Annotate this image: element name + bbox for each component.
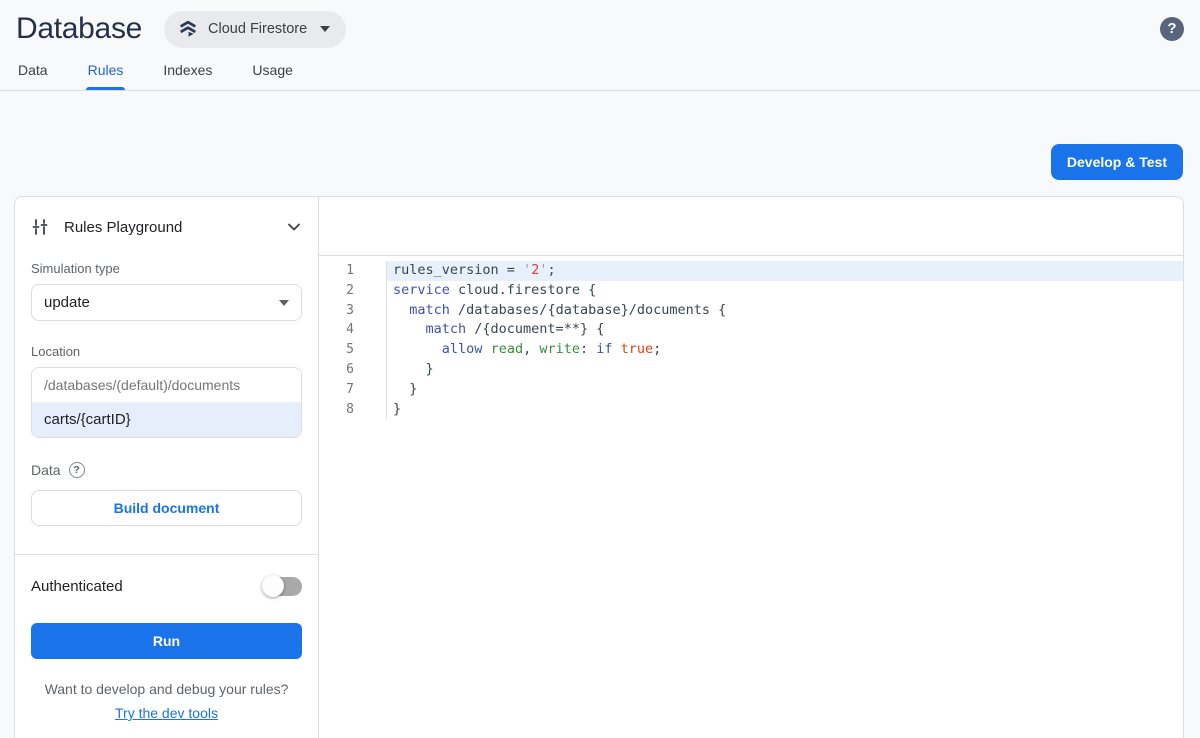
toggle-thumb: [262, 575, 284, 597]
tune-icon: [31, 217, 51, 237]
panel-body: Simulation type update Location Data ?: [15, 257, 318, 723]
build-document-button[interactable]: Build document: [31, 490, 302, 526]
data-label: Data: [31, 462, 61, 478]
rules-playground-panel: Rules Playground Simulation type update …: [15, 197, 319, 738]
run-button[interactable]: Run: [31, 623, 302, 659]
simulation-type-value: update: [44, 294, 90, 311]
app-header: Database Cloud Firestore ?: [0, 0, 1200, 54]
code-line-4[interactable]: 4 match /{document=**} {: [319, 320, 1183, 341]
question-mark-icon: ?: [1167, 20, 1177, 37]
code-line-6[interactable]: 6 }: [319, 359, 1183, 380]
firestore-icon: [177, 18, 199, 40]
line-number: 4: [319, 320, 387, 341]
location-field: [31, 367, 302, 438]
chevron-down-icon: [279, 299, 289, 306]
editor-toolbar: [319, 197, 1183, 256]
rules-playground-header[interactable]: Rules Playground: [15, 197, 318, 257]
code-line-3[interactable]: 3 match /databases/{database}/documents …: [319, 300, 1183, 321]
action-band: Develop & Test: [0, 91, 1200, 196]
tab-rules[interactable]: Rules: [85, 62, 126, 90]
product-selector-dropdown[interactable]: Cloud Firestore: [164, 10, 347, 48]
code-line-2[interactable]: 2 service cloud.firestore {: [319, 280, 1183, 301]
code-line-7[interactable]: 7 }: [319, 379, 1183, 400]
location-path-input[interactable]: [32, 402, 301, 437]
simulation-type-label: Simulation type: [31, 261, 120, 276]
page-title: Database: [16, 12, 143, 45]
authenticated-row: Authenticated: [31, 575, 302, 597]
data-label-row: Data ?: [31, 462, 302, 478]
code-text: match /databases/{database}/documents {: [409, 301, 727, 318]
code-text: }: [393, 360, 434, 377]
rules-code-editor: 1 rules_version = '2'; 2 service cloud.fire…: [319, 197, 1183, 738]
authenticated-toggle[interactable]: [262, 575, 302, 597]
tab-usage[interactable]: Usage: [250, 62, 294, 90]
location-prefix-input[interactable]: [32, 368, 301, 402]
help-button[interactable]: ?: [1160, 17, 1184, 41]
develop-and-test-button[interactable]: Develop & Test: [1050, 144, 1183, 180]
code-text: }: [393, 380, 418, 397]
chevron-down-icon: [286, 219, 302, 235]
rules-playground-title: Rules Playground: [64, 218, 183, 236]
try-dev-tools-link[interactable]: Try the dev tools: [115, 705, 218, 721]
dev-tools-question: Want to develop and debug your rules?: [44, 681, 289, 697]
code-line-1[interactable]: 1 rules_version = '2';: [319, 261, 1183, 281]
code-text: allow read, write: if true;: [441, 341, 662, 358]
line-number: 8: [319, 399, 387, 420]
product-selector-label: Cloud Firestore: [208, 21, 308, 37]
line-number: 1: [319, 261, 387, 281]
code-area[interactable]: 1 rules_version = '2'; 2 service cloud.fire…: [319, 256, 1183, 738]
authenticated-label: Authenticated: [31, 577, 123, 595]
line-number: 3: [319, 300, 387, 321]
code-text: match /{document=**} {: [425, 321, 605, 338]
collapse-panel-button[interactable]: [286, 219, 302, 235]
rules-card: Rules Playground Simulation type update …: [14, 196, 1184, 738]
code-line-5[interactable]: 5 allow read, write: if true;: [319, 340, 1183, 360]
line-number: 6: [319, 359, 387, 380]
panel-footer: Want to develop and debug your rules? Tr…: [31, 681, 302, 723]
line-number: 5: [319, 340, 387, 360]
firebase-database-rules-page: Database Cloud Firestore ? Data Rules Inde…: [0, 0, 1200, 738]
line-number: 7: [319, 379, 387, 400]
code-text: rules_version = '2';: [387, 261, 1183, 281]
line-number: 2: [319, 280, 387, 301]
panel-divider: [15, 554, 318, 555]
code-line-8[interactable]: 8}: [319, 399, 1183, 420]
code-text: }: [393, 400, 402, 417]
data-help-icon[interactable]: ?: [68, 462, 85, 478]
location-label: Location: [31, 344, 81, 359]
tab-indexes[interactable]: Indexes: [161, 62, 214, 90]
tab-bar: Data Rules Indexes Usage: [0, 54, 1200, 91]
code-text: service cloud.firestore {: [393, 281, 597, 298]
tab-data[interactable]: Data: [16, 62, 50, 90]
simulation-type-select[interactable]: update: [31, 284, 302, 321]
chevron-down-icon: [320, 26, 331, 32]
